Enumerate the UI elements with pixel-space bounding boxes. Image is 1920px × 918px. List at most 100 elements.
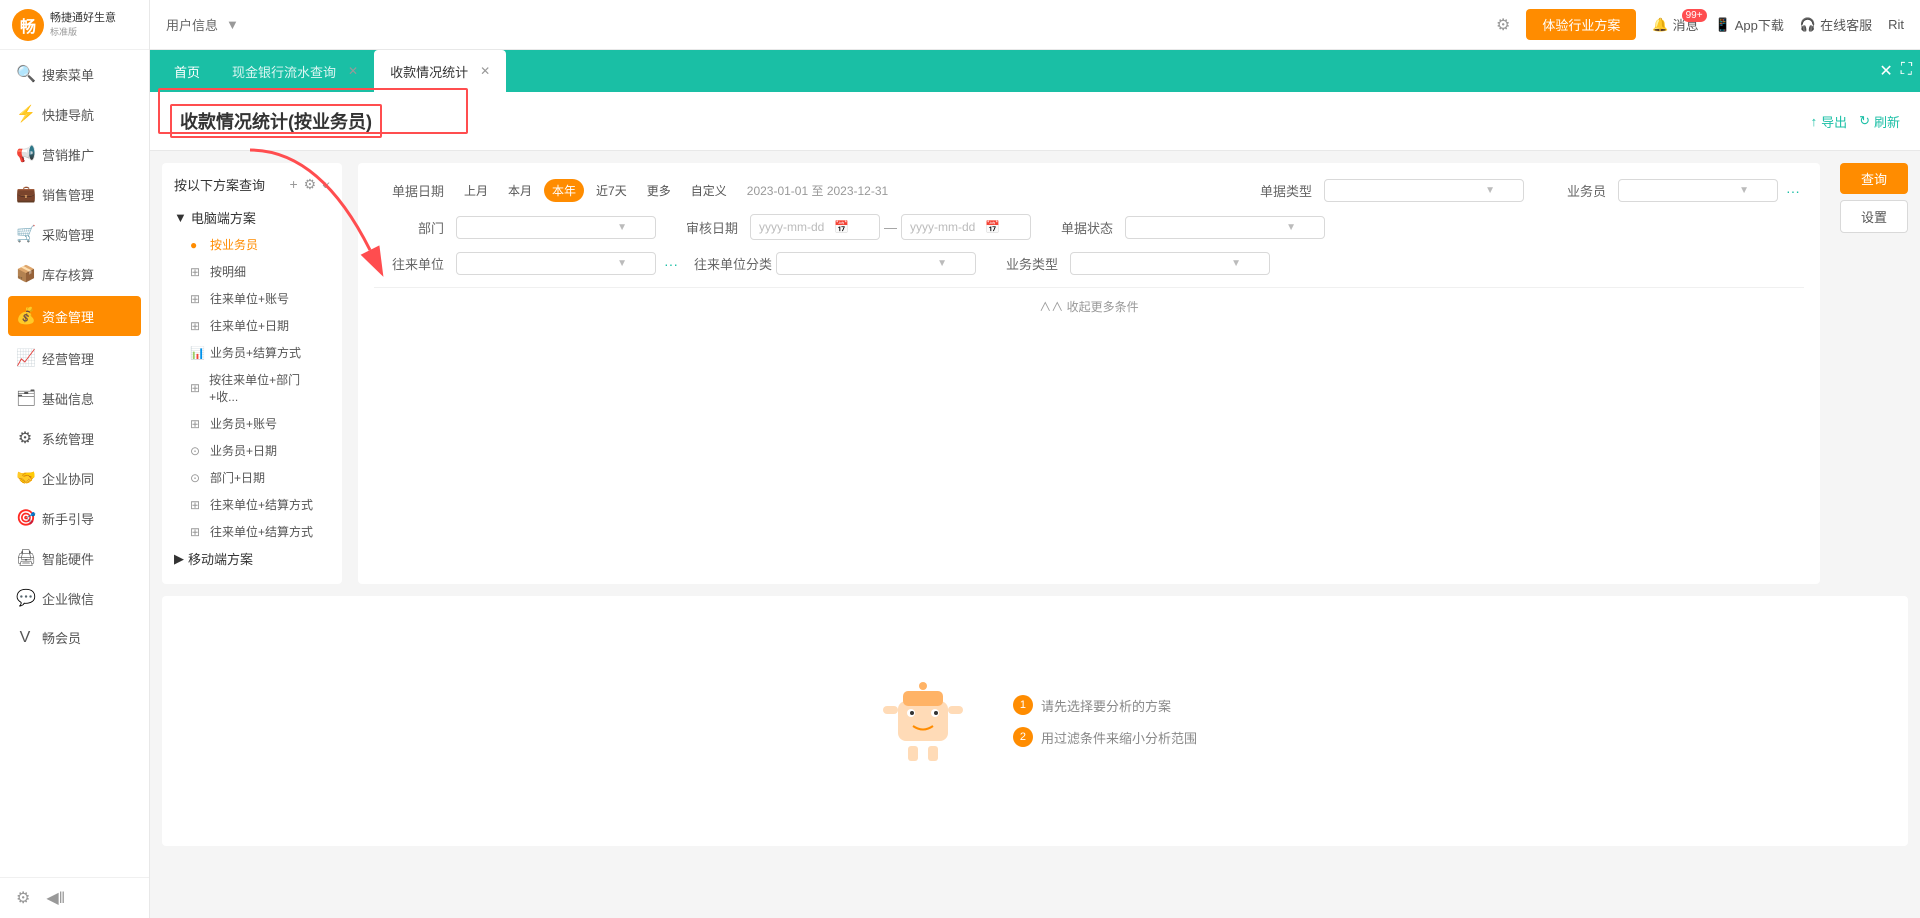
sidebar-item-member[interactable]: V畅会员 — [0, 618, 149, 657]
tab-expand-icon[interactable]: ⛶ — [1901, 61, 1912, 81]
scheme-item-0-2[interactable]: ⊞往来单位+账号 — [174, 285, 330, 312]
app-download-icon: 📱 — [1715, 17, 1731, 33]
sidebar-item-enterprise[interactable]: 🤝企业协同 — [0, 458, 149, 498]
scheme-item-0-4[interactable]: 📊 业务员+结算方式 — [174, 339, 330, 366]
date-tab-lastmonth[interactable]: 上月 — [456, 179, 496, 202]
empty-state: 1 请先选择要分析的方案 2 用过滤条件来缩小分析范围 — [162, 596, 1908, 846]
date-tab-custom[interactable]: 自定义 — [683, 179, 735, 202]
sidebar-item-finance[interactable]: 💰资金管理 — [8, 296, 141, 336]
home-tab-label: 首页 — [174, 62, 200, 81]
refresh-button[interactable]: ↻ 刷新 — [1859, 112, 1900, 131]
notification-icon: 🔔 — [1652, 17, 1668, 33]
sidebar-item-marketing[interactable]: 📢营销推广 — [0, 134, 149, 174]
scheme-gear-icon[interactable]: ⚙ — [304, 176, 317, 193]
salesperson-select[interactable]: ▼ — [1618, 179, 1778, 202]
doc-type-chevron: ▼ — [1485, 185, 1495, 196]
tab-close-all-icon[interactable]: ✕ — [1879, 61, 1892, 81]
partner-select[interactable]: ▼ — [456, 252, 656, 275]
sidebar-item-inventory[interactable]: 📦库存核算 — [0, 254, 149, 294]
date-tab-more[interactable]: 更多 — [639, 179, 679, 202]
nav-label-guide: 新手引导 — [42, 509, 94, 528]
scheme-item-icon-0-4: 📊 — [190, 346, 204, 360]
filter-settings-button[interactable]: 设置 — [1840, 200, 1908, 233]
bank-tab-close[interactable]: ✕ — [348, 64, 358, 78]
scheme-item-0-1[interactable]: ⊞按明细 — [174, 258, 330, 285]
online-service-link[interactable]: 🎧 在线客服 — [1800, 15, 1872, 34]
sidebar-item-sales[interactable]: 💼销售管理 — [0, 174, 149, 214]
scheme-collapse-icon[interactable]: « — [322, 176, 330, 193]
salesperson-more[interactable]: ··· — [1786, 183, 1800, 199]
scheme-item-0-0[interactable]: ●按业务员 — [174, 231, 330, 258]
date-field-label: 单据日期 — [374, 181, 444, 200]
sidebar-item-basic[interactable]: 🗂基础信息 — [0, 378, 149, 418]
sidebar-item-operation[interactable]: 📈经营管理 — [0, 338, 149, 378]
sidebar-item-system[interactable]: ⚙系统管理 — [0, 418, 149, 458]
settings-footer-icon[interactable]: ⚙ — [16, 888, 30, 908]
user-name[interactable]: Rit — [1888, 17, 1904, 32]
sidebar-footer: ⚙ ◀‖ — [0, 877, 149, 918]
doc-type-select[interactable]: ▼ — [1324, 179, 1524, 202]
nav-label-purchase: 采购管理 — [42, 225, 94, 244]
collapse-bar[interactable]: ∧∧ 收起更多条件 — [374, 287, 1804, 325]
salesperson-label: 业务员 — [1536, 181, 1606, 200]
sidebar-logo: 畅 畅捷通好生意 标准版 — [0, 0, 149, 50]
scheme-item-label-0-7: 业务员+日期 — [210, 442, 277, 459]
review-date-to[interactable]: yyyy-mm-dd 📅 — [901, 214, 1031, 240]
scheme-item-0-6[interactable]: ⊞业务员+账号 — [174, 410, 330, 437]
scheme-item-label-0-0: 按业务员 — [210, 236, 258, 253]
sidebar-item-purchase[interactable]: 🛒采购管理 — [0, 214, 149, 254]
scheme-item-0-8[interactable]: ⊙部门+日期 — [174, 464, 330, 491]
date-tab-thisyear[interactable]: 本年 — [544, 179, 584, 202]
header-gear-icon[interactable]: ⚙ — [1496, 15, 1510, 35]
scheme-group-title-0[interactable]: ▼ 电脑端方案 — [174, 204, 330, 231]
query-button[interactable]: 查询 — [1840, 163, 1908, 194]
tab-bar: 首页 现金银行流水查询 ✕ 收款情况统计 ✕ ✕ ⛶ — [150, 50, 1920, 92]
sidebar-item-wechat[interactable]: 💬 企业微信 — [0, 578, 149, 618]
date-tab-7days[interactable]: 近7天 — [588, 179, 635, 202]
export-button[interactable]: ↑ 导出 — [1811, 112, 1848, 131]
scheme-item-0-9[interactable]: ⊞往来单位+结算方式 — [174, 491, 330, 518]
biz-type-label: 业务类型 — [988, 254, 1058, 273]
scheme-group-title-1[interactable]: ▶ 移动端方案 — [174, 545, 330, 572]
collapse-footer-icon[interactable]: ◀‖ — [46, 888, 65, 908]
export-icon: ↑ — [1811, 114, 1818, 129]
nav-icon-sales: 💼 — [16, 184, 34, 204]
nav-label-finance: 资金管理 — [42, 307, 94, 326]
biz-type-select[interactable]: ▼ — [1070, 252, 1270, 275]
scheme-item-icon-0-9: ⊞ — [190, 498, 204, 512]
app-download-link[interactable]: 📱 App下载 — [1715, 15, 1784, 34]
nav-icon-wechat: 💬 — [16, 588, 34, 608]
doc-status-label: 单据状态 — [1043, 218, 1113, 237]
sidebar-item-search[interactable]: 🔍搜索菜单 — [0, 54, 149, 94]
partner-more[interactable]: ··· — [664, 256, 678, 272]
sidebar-item-guide[interactable]: 🎯新手引导 — [0, 498, 149, 538]
scheme-item-icon-0-10: ⊞ — [190, 525, 204, 539]
salesperson-area: ▼ ··· — [1618, 179, 1804, 202]
scheme-item-0-3[interactable]: ⊞往来单位+日期 — [174, 312, 330, 339]
notification-area[interactable]: 🔔 消息 99+ — [1652, 15, 1698, 34]
scheme-item-0-5[interactable]: ⊞按往来单位+部门+收... — [174, 366, 330, 410]
date-range-display: 2023-01-01 至 2023-12-31 — [747, 182, 888, 199]
scheme-item-0-7[interactable]: ⊙业务员+日期 — [174, 437, 330, 464]
sidebar-item-quicknav[interactable]: ⚡快捷导航 — [0, 94, 149, 134]
dept-select[interactable]: ▼ — [456, 216, 656, 239]
trial-button[interactable]: 体验行业方案 — [1526, 9, 1636, 40]
doc-type-label: 单据类型 — [1242, 181, 1312, 200]
scheme-item-icon-0-8: ⊙ — [190, 471, 204, 485]
tab-home[interactable]: 首页 — [158, 50, 216, 92]
tab-bank[interactable]: 现金银行流水查询 ✕ — [216, 50, 374, 92]
partner-category-select[interactable]: ▼ — [776, 252, 976, 275]
scheme-item-label-0-4: 业务员+结算方式 — [210, 344, 301, 361]
date-tab-thismonth[interactable]: 本月 — [500, 179, 540, 202]
nav-label-wechat: 企业微信 — [42, 589, 94, 608]
scheme-add-icon[interactable]: + — [289, 176, 297, 193]
sidebar-item-hardware[interactable]: 🖨智能硬件 — [0, 538, 149, 578]
receipt-tab-close[interactable]: ✕ — [480, 64, 490, 78]
tab-receipt[interactable]: 收款情况统计 ✕ — [374, 50, 506, 92]
review-date-from[interactable]: yyyy-mm-dd 📅 — [750, 214, 880, 240]
scheme-item-0-10[interactable]: ⊞往来单位+结算方式 — [174, 518, 330, 545]
review-date-to-placeholder: yyyy-mm-dd — [910, 220, 975, 234]
bank-tab-label: 现金银行流水查询 — [232, 62, 336, 81]
tip-text-2: 用过滤条件来缩小分析范围 — [1041, 728, 1197, 747]
doc-status-select[interactable]: ▼ — [1125, 216, 1325, 239]
